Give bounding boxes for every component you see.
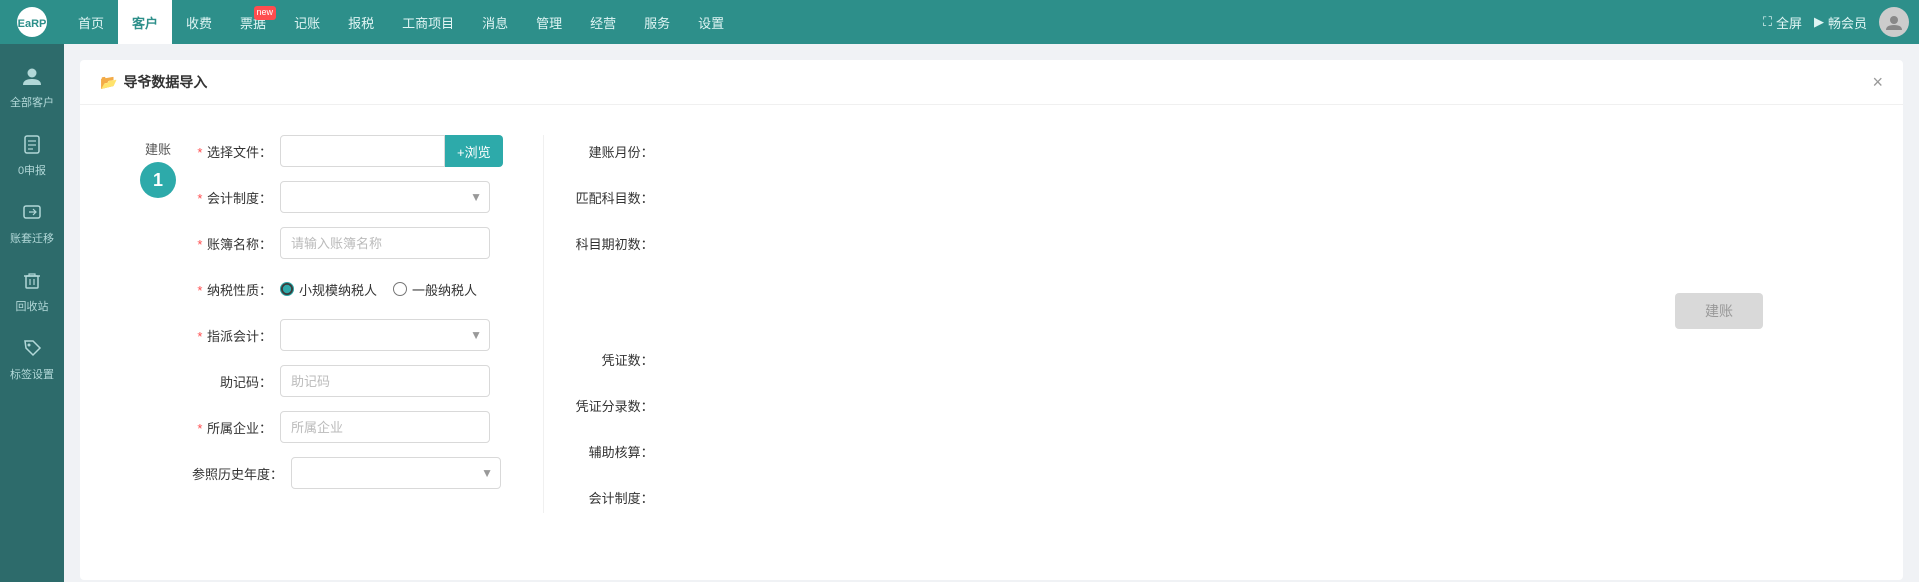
- vip-button[interactable]: ▶ 畅会员: [1814, 13, 1867, 32]
- accountant-row: * 指派会计： ▼: [192, 319, 503, 351]
- nav-item-business[interactable]: 工商项目: [388, 0, 468, 44]
- voucher-records-row: 凭证分录数：: [564, 389, 1843, 421]
- memo-row: 助记码：: [192, 365, 503, 397]
- main-layout: 全部客户 0申报 账套迁移: [0, 44, 1919, 582]
- nav-item-invoices[interactable]: 票据 new: [226, 0, 280, 44]
- file-input-group: +浏览: [280, 135, 503, 167]
- nav-right: ⛶ 全屏 ▶ 畅会员: [1763, 7, 1909, 37]
- dialog-header: 📂 导爷数据导入 ×: [80, 60, 1903, 105]
- nav-item-fees[interactable]: 收费: [172, 0, 226, 44]
- info-accounting-label: 会计制度：: [564, 488, 654, 507]
- info-panel: 建账月份： 匹配科目数： 科目期初数：: [543, 135, 1843, 513]
- nav-item-tax[interactable]: 报税: [334, 0, 388, 44]
- sidebar-item-label-migrate: 账套迁移: [10, 230, 54, 246]
- history-year-select-wrapper: ▼: [291, 457, 501, 489]
- accounting-label: * 会计制度：: [192, 188, 272, 207]
- build-month-label: 建账月份：: [564, 142, 654, 161]
- declare-icon: [18, 130, 46, 158]
- tax-radio-small[interactable]: 小规模纳税人: [280, 280, 377, 299]
- avatar[interactable]: [1879, 7, 1909, 37]
- memo-label: 助记码：: [192, 372, 272, 391]
- form-body: 建账 1 * 选择文件： +浏览: [80, 105, 1903, 543]
- trash-icon: [18, 266, 46, 294]
- voucher-row: 凭证数：: [564, 343, 1843, 375]
- tax-row: * 纳税性质： 小规模纳税人 一般纳税人: [192, 273, 503, 305]
- file-input[interactable]: [280, 135, 445, 167]
- nav-item-settings[interactable]: 设置: [684, 0, 738, 44]
- sidebar-item-trash[interactable]: 回收站: [0, 258, 64, 322]
- voucher-label: 凭证数：: [564, 350, 654, 369]
- ledger-input[interactable]: [280, 227, 490, 259]
- sidebar-item-label-all-clients: 全部客户: [10, 94, 54, 110]
- sidebar-item-label-tags: 标签设置: [10, 366, 54, 382]
- file-label: * 选择文件：: [192, 142, 272, 161]
- accountant-select-wrapper: ▼: [280, 319, 490, 351]
- tax-radio-group: 小规模纳税人 一般纳税人: [280, 280, 477, 299]
- nav-item-manage[interactable]: 管理: [522, 0, 576, 44]
- nav-item-clients[interactable]: 客户: [118, 0, 172, 44]
- content-area: 📂 导爷数据导入 × 建账 1: [64, 44, 1919, 582]
- step-circle: 1: [140, 162, 176, 198]
- migrate-icon: [18, 198, 46, 226]
- sidebar: 全部客户 0申报 账套迁移: [0, 44, 64, 582]
- memo-input[interactable]: [280, 365, 490, 397]
- step-label: 建账: [145, 139, 171, 158]
- file-row: * 选择文件： +浏览: [192, 135, 503, 167]
- accounting-select[interactable]: [280, 181, 490, 213]
- company-label: * 所属企业：: [192, 418, 272, 437]
- sidebar-item-all-clients[interactable]: 全部客户: [0, 54, 64, 118]
- ledger-label: * 账簿名称：: [192, 234, 272, 253]
- new-badge: new: [254, 6, 277, 20]
- logo: EaRP: [10, 0, 54, 44]
- build-btn-row: 建账: [564, 283, 1843, 329]
- history-year-row: 参照历史年度： ▼: [192, 457, 503, 489]
- accountant-select[interactable]: [280, 319, 490, 351]
- dialog-title: 📂 导爷数据导入: [100, 72, 207, 92]
- fullscreen-icon: ⛶: [1763, 14, 1772, 30]
- sidebar-item-tags[interactable]: 标签设置: [0, 326, 64, 390]
- nav-item-home[interactable]: 首页: [64, 0, 118, 44]
- nav-item-messages[interactable]: 消息: [468, 0, 522, 44]
- subject-initial-row: 科目期初数：: [564, 227, 1843, 259]
- info-accounting-row: 会计制度：: [564, 481, 1843, 513]
- nav-item-operations[interactable]: 经营: [576, 0, 630, 44]
- subject-initial-label: 科目期初数：: [564, 234, 654, 253]
- aux-row: 辅助核算：: [564, 435, 1843, 467]
- close-button[interactable]: ×: [1872, 73, 1883, 91]
- form-left: * 选择文件： +浏览 * 会计制度：: [192, 135, 503, 489]
- company-input[interactable]: [280, 411, 490, 443]
- sidebar-item-label-declare: 0申报: [18, 162, 46, 178]
- ledger-row: * 账簿名称：: [192, 227, 503, 259]
- nav-items: 首页 客户 收费 票据 new 记账 报税 工商项目 消息 管理 经营 服务 设…: [64, 0, 1763, 44]
- match-subject-label: 匹配科目数：: [564, 188, 654, 207]
- match-subject-row: 匹配科目数：: [564, 181, 1843, 213]
- aux-label: 辅助核算：: [564, 442, 654, 461]
- voucher-records-label: 凭证分录数：: [564, 396, 654, 415]
- nav-item-bookkeeping[interactable]: 记账: [280, 0, 334, 44]
- tag-icon: [18, 334, 46, 362]
- sidebar-item-migrate[interactable]: 账套迁移: [0, 190, 64, 254]
- person-icon: [18, 62, 46, 90]
- build-account-button[interactable]: 建账: [1675, 293, 1763, 329]
- accountant-label: * 指派会计：: [192, 326, 272, 345]
- tax-label: * 纳税性质：: [192, 280, 272, 299]
- company-row: * 所属企业：: [192, 411, 503, 443]
- history-year-select[interactable]: [291, 457, 501, 489]
- vip-icon: ▶: [1814, 14, 1824, 30]
- info-grid: 建账月份： 匹配科目数： 科目期初数：: [564, 135, 1843, 513]
- history-year-label: 参照历史年度：: [192, 464, 283, 483]
- sidebar-item-declare[interactable]: 0申报: [0, 122, 64, 186]
- build-month-row: 建账月份：: [564, 135, 1843, 167]
- accounting-select-wrapper: ▼: [280, 181, 490, 213]
- dialog-card: 📂 导爷数据导入 × 建账 1: [80, 60, 1903, 580]
- nav-item-services[interactable]: 服务: [630, 0, 684, 44]
- tax-radio-general[interactable]: 一般纳税人: [393, 280, 477, 299]
- fullscreen-button[interactable]: ⛶ 全屏: [1763, 13, 1802, 32]
- accounting-row: * 会计制度： ▼: [192, 181, 503, 213]
- browse-button[interactable]: +浏览: [445, 135, 503, 167]
- svg-text:EaRP: EaRP: [18, 18, 47, 30]
- import-icon: 📂: [100, 74, 117, 91]
- sidebar-item-label-trash: 回收站: [16, 298, 49, 314]
- top-nav: EaRP 首页 客户 收费 票据 new 记账 报税 工商项目 消息 管理 经营…: [0, 0, 1919, 44]
